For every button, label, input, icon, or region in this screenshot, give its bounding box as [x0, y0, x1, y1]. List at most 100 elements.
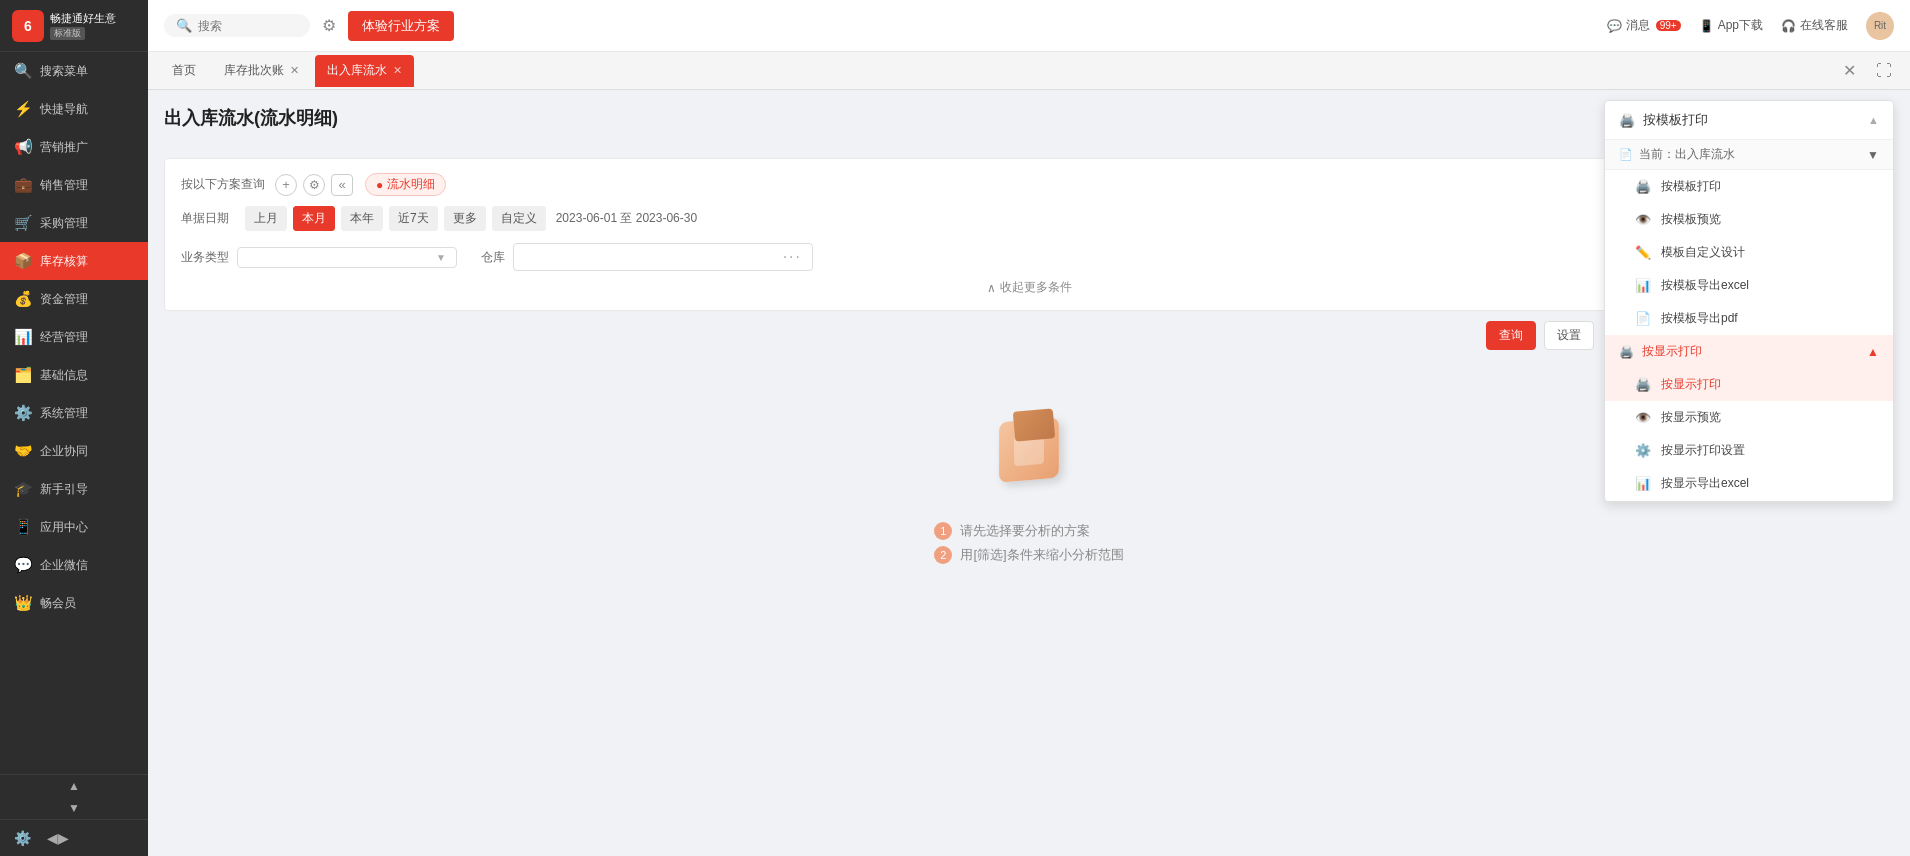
tab-maximize-btn[interactable]: ⛶: [1870, 60, 1898, 82]
dropdown-template-print[interactable]: 🖨️ 按模板打印: [1605, 170, 1893, 203]
marketing-icon: 📢: [14, 138, 32, 156]
filter-add-btn[interactable]: +: [275, 174, 297, 196]
date-this-year[interactable]: 本年: [341, 206, 383, 231]
current-caret: ▼: [1867, 148, 1879, 162]
sidebar-item-purchase[interactable]: 🛒 采购管理: [0, 204, 148, 242]
settings-btn[interactable]: 设置: [1544, 321, 1594, 350]
custom-item-icon: ✏️: [1635, 245, 1651, 260]
current-label: 当前：出入库流水: [1639, 146, 1735, 163]
sidebar-item-apps[interactable]: 📱 应用中心: [0, 508, 148, 546]
filter-collapse-btn[interactable]: «: [331, 174, 353, 196]
headset-icon: 🎧: [1781, 19, 1796, 33]
date-7days[interactable]: 近7天: [389, 206, 438, 231]
dropdown-display-settings[interactable]: ⚙️ 按显示打印设置: [1605, 434, 1893, 467]
warehouse-label: 仓库: [481, 249, 505, 266]
print-dropdown-icon: 🖨️: [1619, 113, 1635, 128]
top-bar: 🔍 ⚙ 体验行业方案 💬 消息 99+ 📱 App下载 🎧 在线客服 Rit: [148, 0, 1910, 52]
dropdown-display-pdf[interactable]: 📄 按显示导出pdf: [1605, 500, 1893, 501]
tab-home[interactable]: 首页: [160, 55, 208, 87]
dropdown-display-section[interactable]: 🖨️ 按显示打印 ▲: [1605, 335, 1893, 368]
sidebar-item-marketing[interactable]: 📢 营销推广: [0, 128, 148, 166]
dropdown-template-excel[interactable]: 📊 按模板导出excel: [1605, 269, 1893, 302]
sidebar-item-base[interactable]: 🗂️ 基础信息: [0, 356, 148, 394]
date-this-month[interactable]: 本月: [293, 206, 335, 231]
dropdown-template-custom[interactable]: ✏️ 模板自定义设计: [1605, 236, 1893, 269]
sidebar-item-member[interactable]: 👑 畅会员: [0, 584, 148, 622]
warehouse-select[interactable]: ···: [513, 243, 813, 271]
app-logo-icon: 6: [12, 10, 44, 42]
sidebar-label-marketing: 营销推广: [40, 139, 88, 156]
sidebar-item-quick[interactable]: ⚡ 快捷导航: [0, 90, 148, 128]
sidebar-scroll-down[interactable]: ▼: [68, 801, 80, 815]
tab-inventory-flow-label: 出入库流水: [327, 62, 387, 79]
app-edition: 标准版: [50, 27, 85, 41]
date-custom[interactable]: 自定义: [492, 206, 546, 231]
sidebar-item-collab[interactable]: 🤝 企业协同: [0, 432, 148, 470]
gear-icon[interactable]: ⚙: [322, 16, 336, 35]
sidebar-item-system[interactable]: ⚙️ 系统管理: [0, 394, 148, 432]
date-filter: 上月 本月 本年 近7天 更多 自定义 2023-06-01 至 2023-06…: [245, 206, 697, 231]
sidebar-item-operations[interactable]: 📊 经营管理: [0, 318, 148, 356]
dropdown-header-text: 按模板打印: [1643, 111, 1708, 129]
system-icon: ⚙️: [14, 404, 32, 422]
display-print-label: 按显示打印: [1661, 376, 1721, 393]
purchase-icon: 🛒: [14, 214, 32, 232]
message-btn[interactable]: 💬 消息 99+: [1607, 17, 1681, 34]
tab-inventory-flow[interactable]: 出入库流水 ✕: [315, 55, 414, 87]
sidebar: 6 畅捷通好生意 标准版 🔍 搜索菜单 ⚡ 快捷导航 📢 营销推广 💼 销售管理…: [0, 0, 148, 856]
query-btn[interactable]: 查询: [1486, 321, 1536, 350]
app-name: 畅捷通好生意: [50, 11, 116, 25]
user-avatar-area[interactable]: Rit: [1866, 12, 1894, 40]
display-preview-icon: 👁️: [1635, 410, 1651, 425]
date-last-month[interactable]: 上月: [245, 206, 287, 231]
search-box[interactable]: 🔍: [164, 14, 310, 37]
tab-close-all-btn[interactable]: ✕: [1837, 59, 1862, 82]
online-service-label: 在线客服: [1800, 17, 1848, 34]
sidebar-logo: 6 畅捷通好生意 标准版: [0, 0, 148, 52]
online-service-btn[interactable]: 🎧 在线客服: [1781, 17, 1848, 34]
search-input[interactable]: [198, 19, 298, 33]
sidebar-item-guide[interactable]: 🎓 新手引导: [0, 470, 148, 508]
collapse-icon[interactable]: ◀▶: [47, 830, 69, 846]
filter-tag-flow[interactable]: ● 流水明细: [365, 173, 446, 196]
finance-icon: 💰: [14, 290, 32, 308]
dropdown-template-preview[interactable]: 👁️ 按模板预览: [1605, 203, 1893, 236]
sidebar-item-inventory[interactable]: 📦 库存核算: [0, 242, 148, 280]
member-icon: 👑: [14, 594, 32, 612]
settings-bottom-icon[interactable]: ⚙️: [14, 830, 31, 846]
app-download-btn[interactable]: 📱 App下载: [1699, 17, 1763, 34]
dropdown-display-excel[interactable]: 📊 按显示导出excel: [1605, 467, 1893, 500]
empty-steps: 1 请先选择要分析的方案 2 用[筛选]条件来缩小分析范围: [934, 522, 1123, 564]
base-icon: 🗂️: [14, 366, 32, 384]
sales-icon: 💼: [14, 176, 32, 194]
display-section-caret: ▲: [1867, 345, 1879, 359]
filter-config-btn[interactable]: ⚙: [303, 174, 325, 196]
sidebar-item-sales[interactable]: 💼 销售管理: [0, 166, 148, 204]
tab-bar: 首页 库存批次账 ✕ 出入库流水 ✕ ✕ ⛶: [148, 52, 1910, 90]
display-excel-label: 按显示导出excel: [1661, 475, 1749, 492]
empty-step-2-text: 用[筛选]条件来缩小分析范围: [960, 546, 1123, 564]
dropdown-display-print[interactable]: 🖨️ 按显示打印: [1605, 368, 1893, 401]
sidebar-item-finance[interactable]: 💰 资金管理: [0, 280, 148, 318]
print-item-icon: 🖨️: [1635, 179, 1651, 194]
dropdown-header[interactable]: 🖨️ 按模板打印 ▲: [1605, 101, 1893, 140]
tab-home-label: 首页: [172, 62, 196, 79]
warehouse-more-icon[interactable]: ···: [783, 248, 802, 266]
tab-inventory-batch[interactable]: 库存批次账 ✕: [212, 55, 311, 87]
guide-icon: 🎓: [14, 480, 32, 498]
biz-type-select[interactable]: ▼: [237, 247, 457, 268]
apps-icon: 📱: [14, 518, 32, 536]
dropdown-display-preview[interactable]: 👁️ 按显示预览: [1605, 401, 1893, 434]
tab-inventory-flow-close[interactable]: ✕: [393, 64, 402, 77]
date-more[interactable]: 更多: [444, 206, 486, 231]
chevron-up-icon: ∧: [987, 281, 996, 295]
sidebar-bottom: ⚙️ ◀▶: [0, 819, 148, 856]
warehouse-field: 仓库 ···: [481, 243, 813, 271]
industry-btn[interactable]: 体验行业方案: [348, 11, 454, 41]
date-filter-label: 单据日期: [181, 210, 229, 227]
dropdown-template-pdf[interactable]: 📄 按模板导出pdf: [1605, 302, 1893, 335]
sidebar-item-wechat[interactable]: 💬 企业微信: [0, 546, 148, 584]
sidebar-scroll-up[interactable]: ▲: [68, 779, 80, 793]
sidebar-item-search[interactable]: 🔍 搜索菜单: [0, 52, 148, 90]
tab-inventory-batch-close[interactable]: ✕: [290, 64, 299, 77]
